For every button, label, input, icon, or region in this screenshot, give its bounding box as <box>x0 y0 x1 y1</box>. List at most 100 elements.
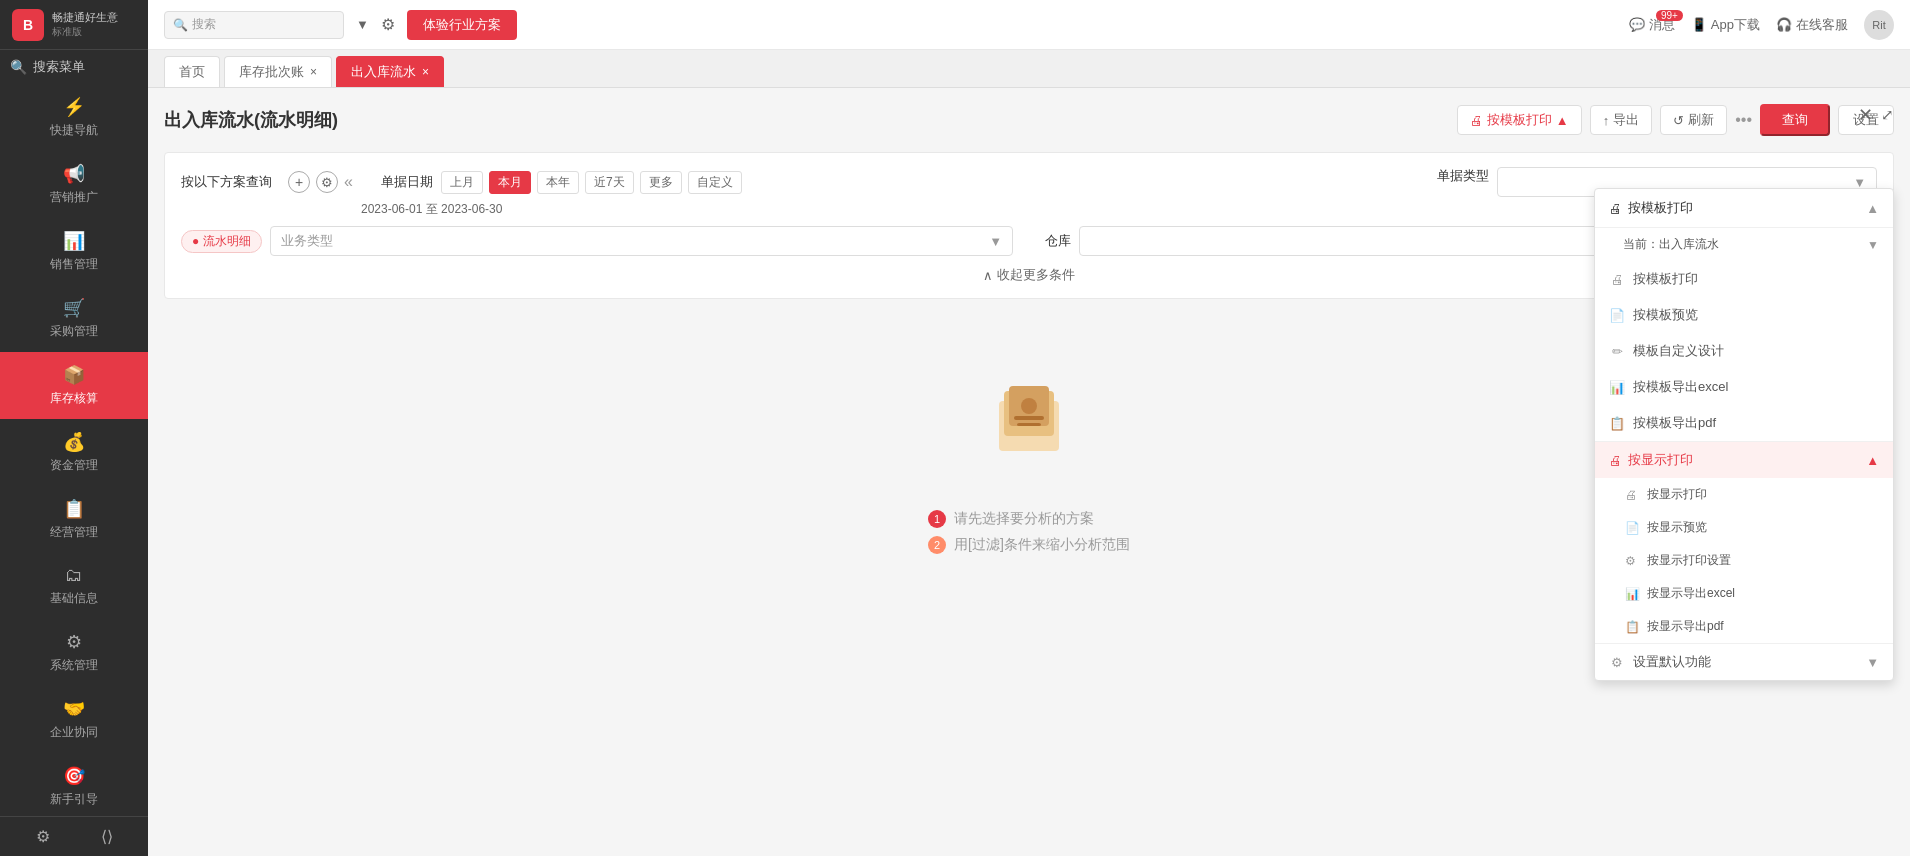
default-func-label: 设置默认功能 <box>1633 653 1711 671</box>
template-pdf-label: 按模板导出pdf <box>1633 414 1716 432</box>
template-custom-label: 模板自定义设计 <box>1633 342 1724 360</box>
collapse-sidebar-icon[interactable]: ⟨⟩ <box>101 827 113 846</box>
query-button[interactable]: 查询 <box>1760 104 1830 136</box>
dropdown-sub-display-pdf[interactable]: 📋 按显示导出pdf <box>1595 610 1893 643</box>
sidebar-footer: ⚙ ⟨⟩ <box>0 816 148 856</box>
filter-tag-liushui[interactable]: ● 流水明细 <box>181 230 262 253</box>
filter-tag-icon: ● <box>192 234 199 248</box>
empty-instructions: 1 请先选择要分析的方案 2 用[过滤]条件来缩小分析范围 <box>928 510 1130 562</box>
warehouse-label: 仓库 <box>1045 232 1071 250</box>
template-print-icon: 🖨 <box>1609 272 1625 287</box>
sidebar-search-item[interactable]: 🔍 搜索菜单 <box>0 50 148 84</box>
close-panel-button[interactable]: ✕ <box>1858 104 1873 126</box>
sidebar-item-sales[interactable]: 📊 销售管理 <box>0 218 148 285</box>
trial-button[interactable]: 体验行业方案 <box>407 10 517 40</box>
dropdown-sub-display-excel[interactable]: 📊 按显示导出excel <box>1595 577 1893 610</box>
print-label: 按模板打印 <box>1487 111 1552 129</box>
message-badge: 99+ <box>1656 10 1683 21</box>
template-preview-label: 按模板预览 <box>1633 306 1698 324</box>
dropdown-item-template-preview[interactable]: 📄 按模板预览 <box>1595 297 1893 333</box>
step-1-num: 1 <box>928 510 946 528</box>
logo-text: 畅捷通好生意 标准版 <box>52 10 118 38</box>
refresh-button[interactable]: ↺ 刷新 <box>1660 105 1727 135</box>
tab-flow[interactable]: 出入库流水 × <box>336 56 444 87</box>
print-button[interactable]: 🖨 按模板打印 ▲ <box>1457 105 1582 135</box>
refresh-label: 刷新 <box>1688 111 1714 129</box>
panel-close-area: ✕ ⤢ <box>1858 88 1894 142</box>
date-more-button[interactable]: 更多 <box>640 171 682 194</box>
filter-add-button[interactable]: + <box>288 171 310 193</box>
template-pdf-icon: 📋 <box>1609 416 1625 431</box>
message-button[interactable]: 💬 消息 99+ <box>1629 16 1675 34</box>
sidebar-item-label: 基础信息 <box>50 590 98 607</box>
dropdown-chevron-up-icon[interactable]: ▲ <box>1866 201 1879 216</box>
filter-tag-label: 流水明细 <box>203 233 251 250</box>
avatar-text: Rit <box>1872 19 1885 31</box>
dropdown-sub-display-preview[interactable]: 📄 按显示预览 <box>1595 511 1893 544</box>
tab-home[interactable]: 首页 <box>164 56 220 87</box>
sidebar-item-purchase[interactable]: 🛒 采购管理 <box>0 285 148 352</box>
current-label-arrow-icon[interactable]: ▼ <box>1867 238 1879 252</box>
app-label: App下载 <box>1711 16 1760 34</box>
sidebar-item-guide[interactable]: 🎯 新手引导 <box>0 753 148 816</box>
more-actions-icon[interactable]: ••• <box>1735 111 1752 129</box>
date-last-month-button[interactable]: 上月 <box>441 171 483 194</box>
filter-settings-button[interactable]: ⚙ <box>316 171 338 193</box>
topbar-dropdown-icon[interactable]: ▼ <box>356 17 369 32</box>
sidebar-item-operation[interactable]: 📋 经营管理 <box>0 486 148 553</box>
logo-icon: B <box>12 9 44 41</box>
sidebar-item-system[interactable]: ⚙ 系统管理 <box>0 619 148 686</box>
settings-footer-icon[interactable]: ⚙ <box>36 827 50 846</box>
message-icon: 💬 <box>1629 17 1645 32</box>
tab-batch[interactable]: 库存批次账 × <box>224 56 332 87</box>
sidebar-item-corp[interactable]: 🤝 企业协同 <box>0 686 148 753</box>
sidebar-item-label: 企业协同 <box>50 724 98 741</box>
inventory-icon: 📦 <box>63 364 85 386</box>
display-section-header[interactable]: 🖨 按显示打印 ▲ <box>1595 442 1893 478</box>
template-excel-icon: 📊 <box>1609 380 1625 395</box>
sidebar-item-inventory[interactable]: 📦 库存核算 <box>0 352 148 419</box>
main-content: 🔍 搜索 ▼ ⚙ 体验行业方案 💬 消息 99+ 📱 App下载 🎧 在线客服 … <box>148 0 1910 856</box>
topbar-search-icon: 🔍 <box>173 18 188 32</box>
sidebar-item-finance[interactable]: 💰 资金管理 <box>0 419 148 486</box>
dropdown-item-template-excel[interactable]: 📊 按模板导出excel <box>1595 369 1893 405</box>
page-header: 出入库流水(流水明细) 🖨 按模板打印 ▲ ↑ 导出 ↺ 刷新 ••• 查询 设… <box>164 104 1894 136</box>
dropdown-sub-display-settings[interactable]: ⚙ 按显示打印设置 <box>1595 544 1893 577</box>
service-label: 在线客服 <box>1796 16 1848 34</box>
date-custom-button[interactable]: 自定义 <box>688 171 742 194</box>
dropdown-sub-display-print[interactable]: 🖨 按显示打印 <box>1595 478 1893 511</box>
topbar-search[interactable]: 🔍 搜索 <box>164 11 344 39</box>
svg-point-3 <box>1021 398 1037 414</box>
date-filter-group: 单据日期 上月 本月 本年 近7天 更多 自定义 <box>381 171 742 194</box>
dropdown-item-template-custom[interactable]: ✏ 模板自定义设计 <box>1595 333 1893 369</box>
dropdown-panel-header: 🖨 按模板打印 ▲ <box>1595 189 1893 228</box>
date-this-year-button[interactable]: 本年 <box>537 171 579 194</box>
sidebar-item-basic[interactable]: 🗂 基础信息 <box>0 553 148 619</box>
export-label: 导出 <box>1613 111 1639 129</box>
date-this-month-button[interactable]: 本月 <box>489 171 531 194</box>
export-button[interactable]: ↑ 导出 <box>1590 105 1653 135</box>
expand-panel-button[interactable]: ⤢ <box>1881 106 1894 124</box>
online-service-button[interactable]: 🎧 在线客服 <box>1776 16 1848 34</box>
date-last-7days-button[interactable]: 近7天 <box>585 171 634 194</box>
topbar-gear-icon[interactable]: ⚙ <box>381 15 395 34</box>
app-download-button[interactable]: 📱 App下载 <box>1691 16 1760 34</box>
collapse-icon: ∧ <box>983 268 993 283</box>
dropdown-item-template-print[interactable]: 🖨 按模板打印 <box>1595 261 1893 297</box>
filter-collapse-button[interactable]: « <box>344 173 353 191</box>
display-section-icon: 🖨 <box>1609 453 1622 468</box>
dropdown-item-default-func[interactable]: ⚙ 设置默认功能 ▼ <box>1595 644 1893 680</box>
display-pdf-icon: 📋 <box>1625 620 1639 634</box>
marketing-icon: 📢 <box>63 163 85 185</box>
sidebar-item-quick-nav[interactable]: ⚡ 快捷导航 <box>0 84 148 151</box>
display-settings-icon: ⚙ <box>1625 554 1639 568</box>
tab-flow-close[interactable]: × <box>422 65 429 79</box>
topbar: 🔍 搜索 ▼ ⚙ 体验行业方案 💬 消息 99+ 📱 App下载 🎧 在线客服 … <box>148 0 1910 50</box>
biz-type-dropdown[interactable]: 业务类型 ▼ <box>270 226 1013 256</box>
print-dropdown-panel: 🖨 按模板打印 ▲ 当前：出入库流水 ▼ 🖨 按模板打印 📄 按模板预览 ✏ 模… <box>1594 188 1894 681</box>
dropdown-item-template-pdf[interactable]: 📋 按模板导出pdf <box>1595 405 1893 441</box>
tab-batch-close[interactable]: × <box>310 65 317 79</box>
display-settings-label: 按显示打印设置 <box>1647 552 1731 569</box>
user-avatar[interactable]: Rit <box>1864 10 1894 40</box>
sidebar-item-marketing[interactable]: 📢 营销推广 <box>0 151 148 218</box>
